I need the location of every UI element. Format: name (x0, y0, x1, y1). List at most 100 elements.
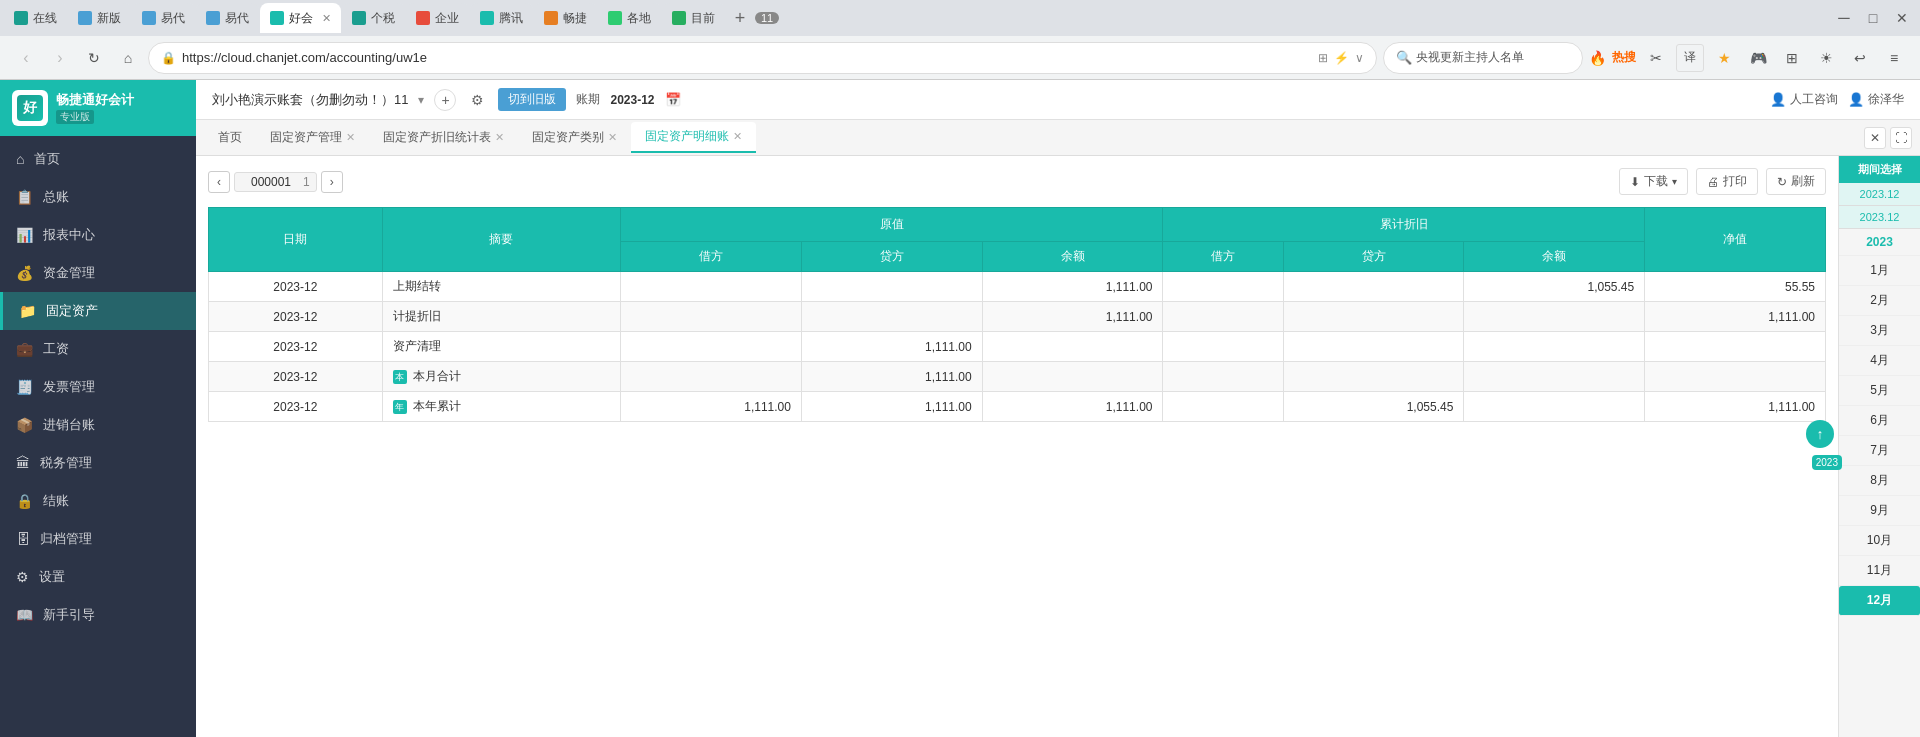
sidebar-item-payroll[interactable]: 💼 工资 (0, 330, 196, 368)
period-month-6[interactable]: 6月 (1839, 406, 1920, 436)
row4-orig-debit (621, 362, 802, 392)
page-tab-category-close[interactable]: ✕ (608, 131, 617, 144)
browser-tab-7[interactable]: 企业 (406, 3, 469, 33)
apps-icon[interactable]: ⊞ (1778, 44, 1806, 72)
period-month-3[interactable]: 3月 (1839, 316, 1920, 346)
page-prev-btn[interactable]: ‹ (208, 171, 230, 193)
print-btn[interactable]: 🖨 打印 (1696, 168, 1758, 195)
period-year[interactable]: 2023 (1839, 229, 1920, 256)
address-bolt-icon[interactable]: ⚡ (1334, 51, 1349, 65)
support-btn[interactable]: 👤 人工咨询 (1770, 91, 1838, 108)
window-minimize-btn[interactable]: ─ (1830, 4, 1858, 32)
sidebar-item-guide[interactable]: 📖 新手引导 (0, 596, 196, 634)
browser-tab-9[interactable]: 畅捷 (534, 3, 597, 33)
tab-favicon-3 (142, 11, 156, 25)
address-grid-icon[interactable]: ⊞ (1318, 51, 1328, 65)
sidebar-item-closing[interactable]: 🔒 结账 (0, 482, 196, 520)
sidebar-item-home[interactable]: ⌂ 首页 (0, 140, 196, 178)
browser-tab-11[interactable]: 目前 (662, 3, 725, 33)
account-add-btn[interactable]: + (434, 89, 456, 111)
panel-expand-btn[interactable]: ⛶ (1890, 127, 1912, 149)
period-selected-top[interactable]: 2023.12 (1839, 183, 1920, 206)
ledger-toolbar: ‹ 1 › ⬇ 下载 ▾ (208, 168, 1826, 195)
period-month-11[interactable]: 11月 (1839, 556, 1920, 586)
row1-orig-balance: 1,111.00 (982, 272, 1163, 302)
sidebar-item-settings-label: 设置 (39, 568, 65, 586)
page-tab-depreciation-close[interactable]: ✕ (495, 131, 504, 144)
menu-icon[interactable]: ≡ (1880, 44, 1908, 72)
row4-accum-credit (1283, 362, 1464, 392)
refresh-btn[interactable]: ↻ 刷新 (1766, 168, 1826, 195)
period-month-5[interactable]: 5月 (1839, 376, 1920, 406)
page-tab-fixed-mgmt-close[interactable]: ✕ (346, 131, 355, 144)
tab-new-button[interactable]: + (726, 4, 754, 32)
user-btn[interactable]: 👤 徐泽华 (1848, 91, 1904, 108)
page-tab-depreciation[interactable]: 固定资产折旧统计表 ✕ (369, 123, 518, 152)
switch-version-btn[interactable]: 切到旧版 (498, 88, 566, 111)
sidebar-item-reports[interactable]: 📊 报表中心 (0, 216, 196, 254)
period-month-9[interactable]: 9月 (1839, 496, 1920, 526)
browser-tab-4[interactable]: 易代 (196, 3, 259, 33)
row3-orig-credit: 1,111.00 (801, 332, 982, 362)
browser-tab-2[interactable]: 新版 (68, 3, 131, 33)
browser-tab-6[interactable]: 个税 (342, 3, 405, 33)
table-row: 2023-12 上期结转 1,111.00 1,055.45 55.55 (209, 272, 1826, 302)
star-icon[interactable]: ★ (1710, 44, 1738, 72)
search-bar[interactable]: 🔍 央视更新主持人名单 (1383, 42, 1583, 74)
float-up-icon[interactable]: ↑ (1806, 420, 1834, 448)
period-month-2[interactable]: 2月 (1839, 286, 1920, 316)
sidebar-item-fund-label: 资金管理 (43, 264, 95, 282)
period-month-1[interactable]: 1月 (1839, 256, 1920, 286)
nav-back-btn[interactable]: ‹ (12, 44, 40, 72)
period-month-10[interactable]: 10月 (1839, 526, 1920, 556)
panel-close-btn[interactable]: ✕ (1864, 127, 1886, 149)
sidebar-item-general-ledger[interactable]: 📋 总账 (0, 178, 196, 216)
nav-refresh-btn[interactable]: ↻ (80, 44, 108, 72)
page-next-btn[interactable]: › (321, 171, 343, 193)
tab-favicon-4 (206, 11, 220, 25)
period-month-8[interactable]: 8月 (1839, 466, 1920, 496)
sidebar-item-archive[interactable]: 🗄 归档管理 (0, 520, 196, 558)
sidebar-item-invoice[interactable]: 🧾 发票管理 (0, 368, 196, 406)
sidebar-item-settings[interactable]: ⚙ 设置 (0, 558, 196, 596)
asset-code-input[interactable] (241, 175, 301, 189)
page-tab-fixed-mgmt[interactable]: 固定资产管理 ✕ (256, 123, 369, 152)
history-icon[interactable]: ↩ (1846, 44, 1874, 72)
translate-icon[interactable]: 译 (1676, 44, 1704, 72)
address-bar[interactable]: 🔒 https://cloud.chanjet.com/accounting/u… (148, 42, 1377, 74)
float-2023-badge[interactable]: 2023 (1812, 455, 1842, 470)
calendar-icon[interactable]: 📅 (665, 92, 681, 107)
nav-forward-btn[interactable]: › (46, 44, 74, 72)
account-dropdown-icon[interactable]: ▾ (418, 93, 424, 107)
page-tab-home[interactable]: 首页 (204, 123, 256, 152)
browser-tab-10[interactable]: 各地 (598, 3, 661, 33)
sidebar-item-fixed-assets[interactable]: 📁 固定资产 (0, 292, 196, 330)
sidebar-item-fund[interactable]: 💰 资金管理 (0, 254, 196, 292)
browser-tab-1[interactable]: 在线 (4, 3, 67, 33)
sidebar-item-inventory[interactable]: 📦 进销台账 (0, 406, 196, 444)
nav-home-btn[interactable]: ⌂ (114, 44, 142, 72)
window-close-btn[interactable]: ✕ (1888, 4, 1916, 32)
tab-close-5[interactable]: ✕ (322, 12, 331, 25)
game-icon[interactable]: 🎮 (1744, 44, 1772, 72)
window-maximize-btn[interactable]: □ (1859, 4, 1887, 32)
settings-icon[interactable]: ☀ (1812, 44, 1840, 72)
account-settings-btn[interactable]: ⚙ (466, 89, 488, 111)
page-tab-detail-close[interactable]: ✕ (733, 130, 742, 143)
address-dropdown-icon[interactable]: ∨ (1355, 51, 1364, 65)
period-month-12-active[interactable]: 12月 (1839, 586, 1920, 616)
period-month-7[interactable]: 7月 (1839, 436, 1920, 466)
page-tab-detail[interactable]: 固定资产明细账 ✕ (631, 122, 756, 153)
period-month-4[interactable]: 4月 (1839, 346, 1920, 376)
page-tab-category[interactable]: 固定资产类别 ✕ (518, 123, 631, 152)
row2-net-value: 1,111.00 (1645, 302, 1826, 332)
pagination-area: ‹ 1 › (208, 171, 343, 193)
browser-tab-5[interactable]: 好会 ✕ (260, 3, 341, 33)
browser-tab-8[interactable]: 腾讯 (470, 3, 533, 33)
browser-tab-3[interactable]: 易代 (132, 3, 195, 33)
period-selected-bottom[interactable]: 2023.12 (1839, 206, 1920, 229)
scissors-icon[interactable]: ✂ (1642, 44, 1670, 72)
tab-label-1: 在线 (33, 10, 57, 27)
sidebar-item-tax[interactable]: 🏛 税务管理 (0, 444, 196, 482)
download-btn[interactable]: ⬇ 下载 ▾ (1619, 168, 1688, 195)
